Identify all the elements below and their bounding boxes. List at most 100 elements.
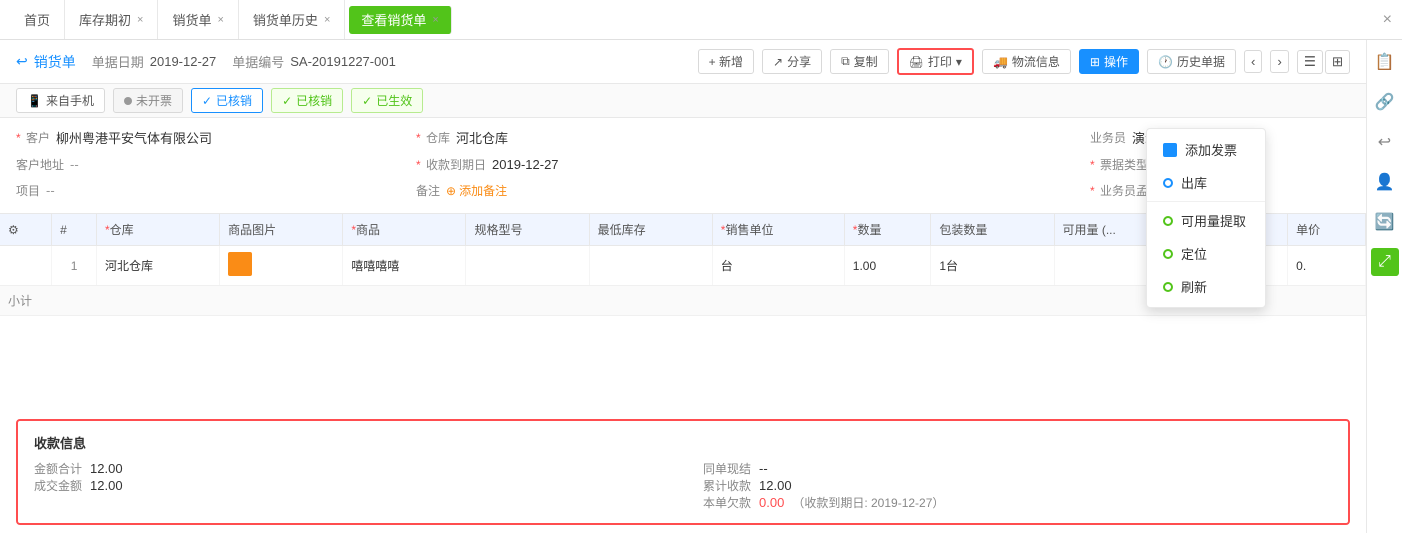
main-close-icon[interactable]: × (1383, 11, 1392, 29)
print-button[interactable]: 🖨 打印 ▾ (897, 48, 974, 75)
outstanding-label: 本单欠款 (703, 494, 751, 511)
tab-history[interactable]: 销货单历史 × (239, 0, 345, 39)
share-button[interactable]: ↗ 分享 (762, 49, 822, 74)
deal-amount-row: 成交金额 12.00 (34, 477, 663, 494)
locate-icon (1163, 249, 1173, 259)
td-unit: 台 (712, 246, 844, 286)
tab-inventory[interactable]: 库存期初 × (65, 0, 158, 39)
confirm-button[interactable]: ✓ 已核销 (191, 88, 263, 113)
same-settle-label: 同单现结 (703, 460, 751, 477)
sidebar-icon-expand[interactable]: ⤢ (1371, 248, 1399, 276)
amount-total-row: 金额合计 12.00 (34, 460, 663, 477)
summary-col-right: 同单现结 -- 累计收款 12.00 本单欠款 0.00 （收款到期日: 201… (703, 460, 1332, 511)
view-toggle: ☰ ⊞ (1297, 50, 1350, 74)
no-label: 单据编号 (232, 52, 284, 71)
sidebar-icon-sync[interactable]: 🔄 (1371, 208, 1399, 236)
th-spec: 规格型号 (466, 214, 589, 246)
print-dropdown-arrow: ▾ (956, 55, 962, 69)
view-list-button[interactable]: ☰ (1297, 50, 1323, 74)
effective-badge: ✓ 已生效 (351, 88, 423, 113)
tab-home[interactable]: 首页 (10, 0, 65, 39)
doc-header: ↩ 销货单 单据日期 2019-12-27 单据编号 SA-20191227-0… (0, 40, 1366, 84)
outstanding-row: 本单欠款 0.00 （收款到期日: 2019-12-27） (703, 494, 1332, 511)
view-grid-button[interactable]: ⊞ (1325, 50, 1350, 74)
new-button[interactable]: + 新增 (698, 49, 754, 74)
sidebar-icon-link[interactable]: 🔗 (1371, 88, 1399, 116)
tab-view-sales-close[interactable]: × (432, 14, 438, 26)
outbound-icon (1163, 178, 1173, 188)
outbound-label: 出库 (1181, 173, 1207, 192)
no-value: SA-20191227-001 (290, 54, 396, 69)
sidebar-icon-clipboard[interactable]: 📋 (1371, 48, 1399, 76)
sidebar-icon-user[interactable]: 👤 (1371, 168, 1399, 196)
logistics-button[interactable]: 🚚 物流信息 (982, 49, 1071, 74)
dropdown-locate[interactable]: 定位 (1147, 237, 1265, 270)
tab-inventory-close[interactable]: × (137, 14, 143, 26)
th-settings[interactable]: ⚙ (0, 214, 52, 246)
confirm-label: 已核销 (216, 92, 252, 109)
th-product-img: 商品图片 (220, 214, 343, 246)
from-phone-button[interactable]: 📱 来自手机 (16, 88, 105, 113)
tab-history-close[interactable]: × (324, 14, 330, 26)
dropdown-refresh[interactable]: 刷新 (1147, 270, 1265, 303)
share-label: 分享 (787, 53, 811, 70)
prev-button[interactable]: ‹ (1244, 50, 1262, 73)
total-received-value: 12.00 (759, 478, 792, 493)
warehouse-required-star: * (416, 131, 421, 145)
payment-date-field: * 收款到期日 2019-12-27 (416, 156, 756, 173)
payment-date-value: 2019-12-27 (492, 157, 559, 172)
dropdown-outbound[interactable]: 出库 (1147, 166, 1265, 199)
th-product: *商品 (343, 214, 466, 246)
available-qty-icon (1163, 216, 1173, 226)
tab-view-sales[interactable]: 查看销货单 × (349, 6, 451, 34)
tab-sales[interactable]: 销货单 × (158, 0, 238, 39)
amount-total-value: 12.00 (90, 461, 123, 476)
locate-label: 定位 (1181, 244, 1207, 263)
sidebar-icon-return[interactable]: ↩ (1371, 128, 1399, 156)
add-note-button[interactable]: ⊕ 添加备注 (446, 182, 507, 199)
dropdown-divider-1 (1147, 201, 1265, 202)
refresh-icon (1163, 282, 1173, 292)
warehouse-label: * 仓库 (416, 129, 450, 146)
tab-sales-close[interactable]: × (217, 14, 223, 26)
next-button[interactable]: › (1270, 50, 1288, 73)
amount-total-label: 金额合计 (34, 460, 82, 477)
check-green-icon: ✓ (282, 94, 292, 108)
toolbar-row: 📱 来自手机 未开票 ✓ 已核销 ✓ 已核销 ✓ 已生效 (0, 84, 1366, 118)
td-warehouse: 河北仓库 (97, 246, 220, 286)
tab-view-sales-label: 查看销货单 (361, 10, 426, 29)
project-label: 项目 (16, 182, 40, 199)
operate-dropdown: 添加发票 出库 可用量提取 定位 刷新 (1146, 128, 1266, 308)
td-min-stock (589, 246, 712, 286)
date-value: 2019-12-27 (150, 54, 217, 69)
td-unit-price: 0. (1288, 246, 1366, 286)
tab-bar: 首页 库存期初 × 销货单 × 销货单历史 × 查看销货单 × × (0, 0, 1402, 40)
not-open-badge: 未开票 (113, 88, 183, 113)
doc-no-field: 单据编号 SA-20191227-001 (232, 52, 396, 71)
operate-label: 操作 (1104, 53, 1128, 70)
td-qty: 1.00 (844, 246, 931, 286)
staff-label: 业务员 (1090, 129, 1126, 146)
tab-history-label: 销货单历史 (253, 10, 318, 29)
ticket-type-label: * 票据类型 (1090, 156, 1148, 173)
salesperson-label: * 业务员孟 (1090, 182, 1148, 199)
outstanding-hint: （收款到期日: 2019-12-27） (792, 494, 944, 511)
print-icon: 🖨 (909, 55, 924, 69)
payment-date-label: * 收款到期日 (416, 156, 486, 173)
outstanding-value: 0.00 (759, 495, 784, 510)
check-icon: ✓ (202, 94, 212, 108)
doc-title-label: 销货单 (34, 52, 76, 72)
td-pack-qty: 1台 (931, 246, 1054, 286)
available-qty-label: 可用量提取 (1181, 211, 1246, 230)
dropdown-available-qty[interactable]: 可用量提取 (1147, 204, 1265, 237)
plus-icon: ⊕ (446, 184, 456, 198)
same-settle-value: -- (759, 461, 768, 476)
operate-button[interactable]: ⊞ 操作 (1079, 49, 1139, 74)
td-product: 嘻嘻嘻嘻 (343, 246, 466, 286)
history-icon: 🕐 (1158, 55, 1173, 69)
doc-actions: + 新增 ↗ 分享 ⧉ 复制 🖨 打印 ▾ 🚚 物流信息 (698, 48, 1350, 75)
copy-button[interactable]: ⧉ 复制 (830, 49, 889, 74)
history-button[interactable]: 🕐 历史单据 (1147, 49, 1236, 74)
summary-title: 收款信息 (34, 433, 1332, 452)
dropdown-add-invoice[interactable]: 添加发票 (1147, 133, 1265, 166)
